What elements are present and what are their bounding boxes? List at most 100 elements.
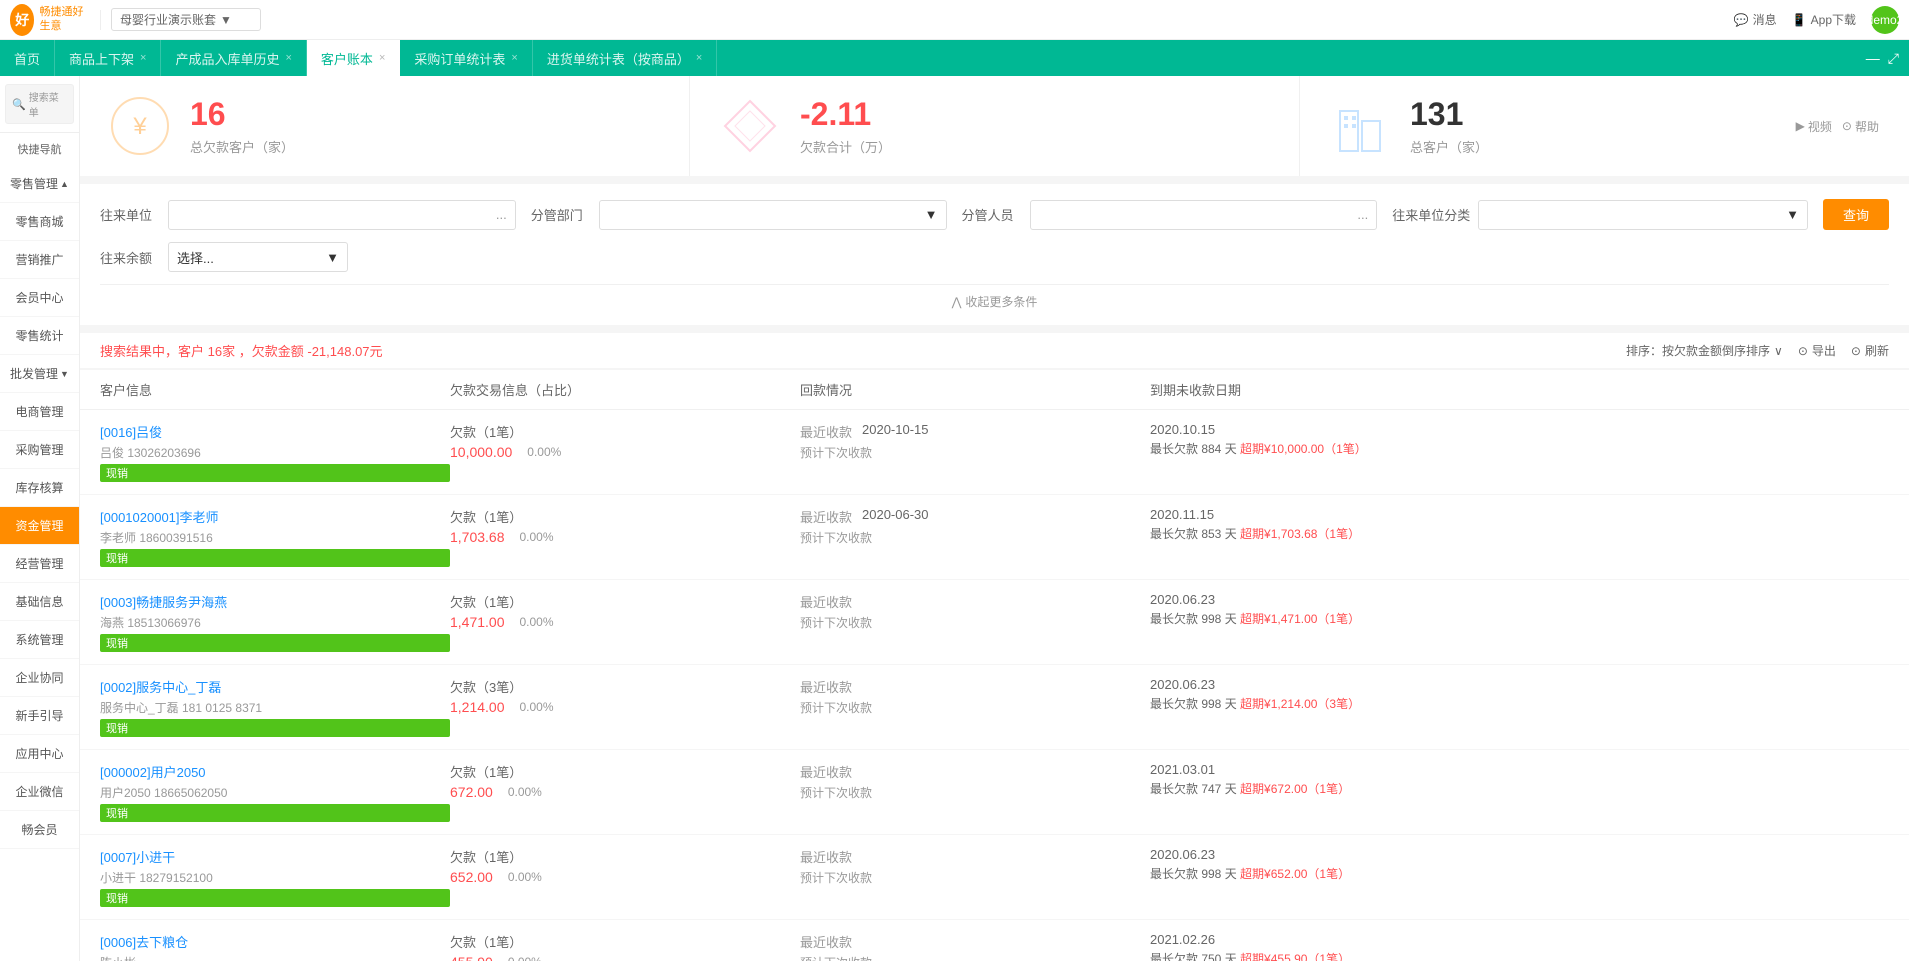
customer-name-3[interactable]: [0002]服务中心_丁磊 xyxy=(100,677,450,696)
tab-bar-shrink[interactable]: — xyxy=(1866,50,1880,66)
sidebar-item-warehouse[interactable]: 库存核算 xyxy=(0,469,79,507)
sort-selector[interactable]: 排序：按欠款金额倒序排序 ∨ xyxy=(1626,342,1783,359)
app-download-btn[interactable]: 📱 App下载 xyxy=(1792,11,1856,28)
search-button[interactable]: 查询 xyxy=(1823,199,1889,230)
help-btn[interactable]: ⊙ 帮助 xyxy=(1842,118,1879,135)
tab-home[interactable]: 首页 xyxy=(0,40,55,76)
close-tab-import[interactable]: × xyxy=(696,52,702,64)
customer-tag-1: 现销 xyxy=(100,549,450,567)
debt-info-6: 欠款（1笔） 455.90 0.00% xyxy=(450,932,800,961)
user-profile[interactable]: demo2 xyxy=(1871,6,1899,34)
recovery-info-0: 最近收款 2020-10-15 预计下次收款 xyxy=(800,422,1150,461)
filter-category: 往来单位分类 ▼ xyxy=(1392,200,1808,230)
debt-info-3: 欠款（3笔） 1,214.00 0.00% xyxy=(450,677,800,715)
logo-text: 畅捷通好生意 xyxy=(39,6,90,32)
tab-customer[interactable]: 客户账本 × xyxy=(307,40,400,76)
tab-produce[interactable]: 产成品入库单历史 × xyxy=(161,40,306,76)
refresh-btn[interactable]: ⊙ 刷新 xyxy=(1851,342,1889,359)
sidebar-item-apps[interactable]: 应用中心 xyxy=(0,735,79,773)
sidebar-item-marketing[interactable]: 营销推广 xyxy=(0,241,79,279)
due-info-4: 2021.03.01 最长欠款 747 天 超期¥672.00（1笔） xyxy=(1150,762,1889,797)
filter-balance-label: 往来余额 xyxy=(100,248,160,267)
top-header: 好 畅捷通好生意 母婴行业演示账套 ▼ 💬 消息 📱 App下载 demo2 xyxy=(0,0,1909,40)
customer-tag-2: 现销 xyxy=(100,634,450,652)
stat-label-1: 总欠款客户（家） xyxy=(190,137,294,156)
collapse-btn[interactable]: ⋀ 收起更多条件 xyxy=(100,284,1889,310)
sidebar-item-retail-store[interactable]: 零售商城 xyxy=(0,203,79,241)
stat-number-3: 131 xyxy=(1410,96,1488,133)
debt-amount-2[interactable]: 1,471.00 xyxy=(450,614,505,630)
debt-amount-3[interactable]: 1,214.00 xyxy=(450,699,505,715)
tab-goods[interactable]: 商品上下架 × xyxy=(55,40,161,76)
stat-info-2: -2.11 欠款合计（万） xyxy=(800,96,891,156)
logo-area: 好 畅捷通好生意 xyxy=(10,4,90,36)
sidebar-item-wecom[interactable]: 企业微信 xyxy=(0,773,79,811)
recovery-info-6: 最近收款 预计下次收款 xyxy=(800,932,1150,961)
filter-partner-input[interactable]: ... xyxy=(168,200,516,230)
sidebar-item-ecommerce[interactable]: 电商管理 xyxy=(0,393,79,431)
sidebar-item-retail-stats[interactable]: 零售统计 xyxy=(0,317,79,355)
sidebar-item-member[interactable]: 会员中心 xyxy=(0,279,79,317)
table-row: [0016]吕俊 吕俊 13026203696 现销 欠款（1笔） 10,000… xyxy=(80,410,1909,495)
due-info-6: 2021.02.26 最长欠款 750 天 超期¥455.90（1笔） xyxy=(1150,932,1889,961)
sidebar-item-finance[interactable]: 资金管理 xyxy=(0,507,79,545)
sidebar-item-operation[interactable]: 经营管理 xyxy=(0,545,79,583)
export-btn[interactable]: ⊙ 导出 xyxy=(1798,342,1836,359)
customer-phone-0: 吕俊 13026203696 xyxy=(100,444,450,461)
sidebar-quick-nav[interactable]: 快捷导航 xyxy=(0,133,79,165)
stat-label-3: 总客户（家） xyxy=(1410,137,1488,156)
filter-dept-select[interactable]: ▼ xyxy=(599,200,947,230)
customer-phone-1: 李老师 18600391516 xyxy=(100,529,450,546)
due-info-5: 2020.06.23 最长欠款 998 天 超期¥652.00（1笔） xyxy=(1150,847,1889,882)
tab-import[interactable]: 进货单统计表（按商品） × xyxy=(533,40,717,76)
debt-amount-5[interactable]: 652.00 xyxy=(450,869,493,885)
sidebar-search-area: 🔍 搜索菜单 xyxy=(0,76,79,133)
debt-amount-6[interactable]: 455.90 xyxy=(450,954,493,961)
customer-phone-5: 小进干 18279152100 xyxy=(100,869,450,886)
table-row: [0002]服务中心_丁磊 服务中心_丁磊 181 0125 8371 现销 欠… xyxy=(80,665,1909,750)
app-container: 好 畅捷通好生意 母婴行业演示账套 ▼ 💬 消息 📱 App下载 demo2 xyxy=(0,0,1909,961)
close-tab-customer[interactable]: × xyxy=(379,52,385,64)
sidebar-item-batch-mgmt[interactable]: 批发管理 ▼ xyxy=(0,355,79,393)
main-wrapper: 🔍 搜索菜单 快捷导航 零售管理 ▲ 零售商城 营销推广 会员 xyxy=(0,76,1909,961)
filter-person-input[interactable]: ... xyxy=(1030,200,1378,230)
sidebar-search-box[interactable]: 🔍 搜索菜单 xyxy=(5,84,74,124)
stat-number-1: 16 xyxy=(190,96,294,133)
sidebar-item-enterprise[interactable]: 企业协同 xyxy=(0,659,79,697)
due-overdue-0: 最长欠款 884 天 超期¥10,000.00（1笔） xyxy=(1150,440,1889,457)
sidebar-item-newbie[interactable]: 新手引导 xyxy=(0,697,79,735)
customer-name-6[interactable]: [0006]去下粮仓 xyxy=(100,932,450,951)
customer-name-1[interactable]: [0001020001]李老师 xyxy=(100,507,450,526)
message-btn[interactable]: 💬 消息 xyxy=(1734,11,1777,28)
filter-person-label: 分管人员 xyxy=(962,205,1022,224)
customer-name-0[interactable]: [0016]吕俊 xyxy=(100,422,450,441)
sidebar-item-basic[interactable]: 基础信息 xyxy=(0,583,79,621)
tab-bar-expand[interactable]: ⤢ xyxy=(1888,50,1899,67)
debt-amount-4[interactable]: 672.00 xyxy=(450,784,493,800)
customer-name-4[interactable]: [000002]用户2050 xyxy=(100,762,450,781)
sidebar-item-system[interactable]: 系统管理 xyxy=(0,621,79,659)
col-header-debt: 欠款交易信息（占比） xyxy=(450,380,800,399)
filter-category-select[interactable]: ▼ xyxy=(1478,200,1808,230)
customer-name-5[interactable]: [0007]小进干 xyxy=(100,847,450,866)
store-selector[interactable]: 母婴行业演示账套 ▼ xyxy=(111,8,261,31)
close-tab-purchase[interactable]: × xyxy=(511,52,517,64)
debt-info-5: 欠款（1笔） 652.00 0.00% xyxy=(450,847,800,885)
video-btn[interactable]: ▶ 视频 xyxy=(1796,118,1832,135)
recovery-info-3: 最近收款 预计下次收款 xyxy=(800,677,1150,716)
filter-balance-select[interactable]: 选择... ▼ xyxy=(168,242,348,272)
customer-info-5: [0007]小进干 小进干 18279152100 现销 xyxy=(100,847,450,907)
close-tab-produce[interactable]: × xyxy=(285,52,291,64)
filter-row-1: 往来单位 ... 分管部门 ▼ 分管人员 xyxy=(100,199,1889,230)
filter-area: 往来单位 ... 分管部门 ▼ 分管人员 xyxy=(80,184,1909,325)
debt-amount-1[interactable]: 1,703.68 xyxy=(450,529,505,545)
close-tab-goods[interactable]: × xyxy=(140,52,146,64)
customer-name-2[interactable]: [0003]畅捷服务尹海燕 xyxy=(100,592,450,611)
debt-amount-0[interactable]: 10,000.00 xyxy=(450,444,512,460)
divider xyxy=(100,10,101,30)
sidebar-item-purchase-mgmt[interactable]: 采购管理 xyxy=(0,431,79,469)
sidebar-item-retail-mgmt[interactable]: 零售管理 ▲ xyxy=(0,165,79,203)
sidebar-item-vip[interactable]: 畅会员 xyxy=(0,811,79,849)
table-row: [0006]去下粮仓 陈小彬 现销 欠款（1笔） 455.90 0.00% xyxy=(80,920,1909,961)
tab-purchase[interactable]: 采购订单统计表 × xyxy=(400,40,532,76)
